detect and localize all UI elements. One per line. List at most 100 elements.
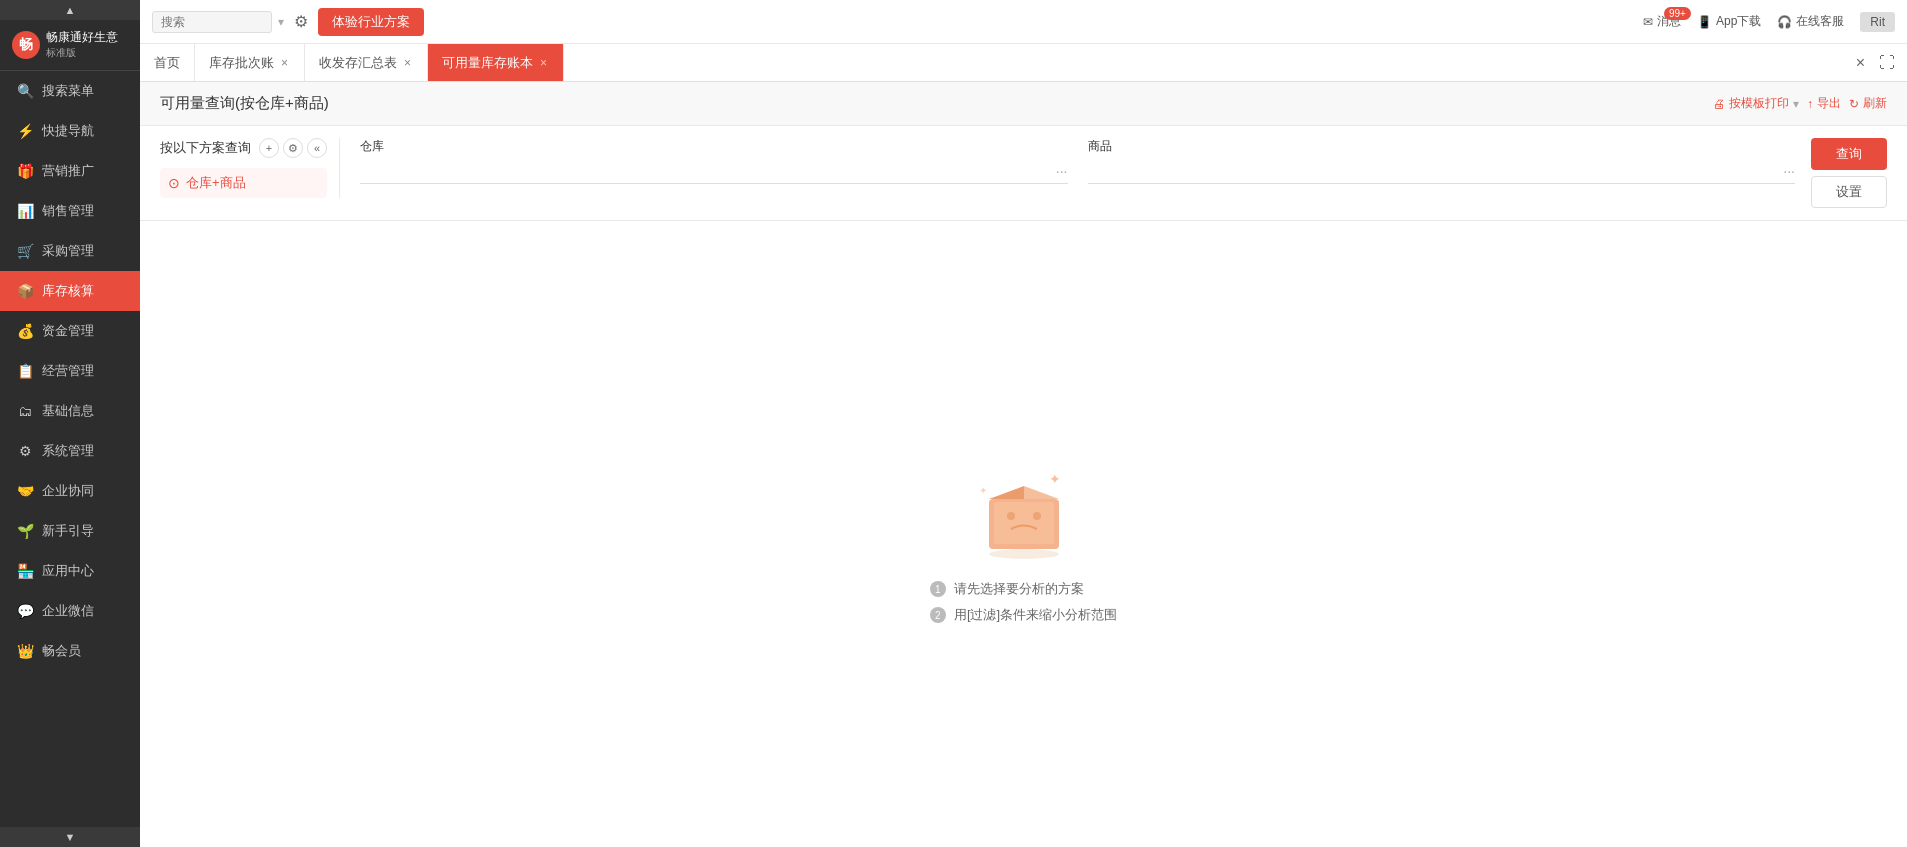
app-download-button[interactable]: 📱 App下载 xyxy=(1697,13,1761,30)
warehouse-input[interactable] xyxy=(360,164,1052,178)
refresh-label: 刷新 xyxy=(1863,95,1887,112)
product-input[interactable] xyxy=(1088,164,1780,178)
query-action-btns: 查询 设置 xyxy=(1795,138,1887,208)
warehouse-dots-button[interactable]: ··· xyxy=(1056,163,1068,179)
appcenter-icon: 🏪 xyxy=(16,563,34,579)
tab-close-all-button[interactable]: × xyxy=(1852,50,1869,76)
add-scheme-button[interactable]: + xyxy=(259,138,279,158)
sidebar-item-label: 应用中心 xyxy=(42,562,94,580)
sidebar-item-appcenter[interactable]: 🏪 应用中心 xyxy=(0,551,140,591)
query-fields: 仓库 ··· 商品 ··· xyxy=(340,138,1795,184)
tabs-bar: 首页 库存批次账 × 收发存汇总表 × 可用量库存账本 × × ⛶ xyxy=(140,44,1907,82)
tip2-num: 2 xyxy=(930,607,946,623)
query-sidebar: 按以下方案查询 + ⚙ « ⊙ 仓库+商品 xyxy=(160,138,340,198)
tab-batch-account[interactable]: 库存批次账 × xyxy=(195,44,305,81)
tab-batch-account-close[interactable]: × xyxy=(279,56,290,70)
sidebar-item-ops[interactable]: 📋 经营管理 xyxy=(0,351,140,391)
message-button[interactable]: ✉ 消息 99+ xyxy=(1643,13,1681,30)
product-dots-button[interactable]: ··· xyxy=(1783,163,1795,179)
logo-text: 畅康通好生意 xyxy=(46,30,118,46)
finance-icon: 💰 xyxy=(16,323,34,339)
collapse-button[interactable]: « xyxy=(307,138,327,158)
sidebar-item-finance[interactable]: 💰 资金管理 xyxy=(0,311,140,351)
app-download-label: App下载 xyxy=(1716,13,1761,30)
refresh-icon: ↻ xyxy=(1849,97,1859,111)
sidebar-item-inventory[interactable]: 📦 库存核算 xyxy=(0,271,140,311)
coop-icon: 🤝 xyxy=(16,483,34,499)
page-title-bar: 可用量查询(按仓库+商品) 🖨 按模板打印 ▾ ↑ 导出 ↻ 刷新 xyxy=(140,82,1907,126)
tab-available-ledger-close[interactable]: × xyxy=(538,56,549,70)
tab-available-ledger[interactable]: 可用量库存账本 × xyxy=(428,44,564,81)
sidebar-item-enterprise-coop[interactable]: 🤝 企业协同 xyxy=(0,471,140,511)
empty-tip-2: 2 用[过滤]条件来缩小分析范围 xyxy=(930,606,1117,624)
tab-receive-summary-close[interactable]: × xyxy=(402,56,413,70)
sidebar-item-ent-wechat[interactable]: 💬 企业微信 xyxy=(0,591,140,631)
tip1-num: 1 xyxy=(930,581,946,597)
sidebar-item-shortcut[interactable]: ⚡ 快捷导航 xyxy=(0,111,140,151)
sidebar-item-label: 系统管理 xyxy=(42,442,94,460)
sidebar-item-basicinfo[interactable]: 🗂 基础信息 xyxy=(0,391,140,431)
tab-receive-summary[interactable]: 收发存汇总表 × xyxy=(305,44,428,81)
sidebar-item-label: 营销推广 xyxy=(42,162,94,180)
refresh-button[interactable]: ↻ 刷新 xyxy=(1849,95,1887,112)
svg-point-6 xyxy=(989,549,1059,559)
top-header: ▾ ⚙ 体验行业方案 ✉ 消息 99+ 📱 App下载 🎧 在线客服 Rit xyxy=(140,0,1907,44)
sidebar-item-search[interactable]: 🔍 搜索菜单 xyxy=(0,71,140,111)
sidebar-item-newuser[interactable]: 🌱 新手引导 xyxy=(0,511,140,551)
sidebar-item-label: 企业微信 xyxy=(42,602,94,620)
sidebar-item-label: 新手引导 xyxy=(42,522,94,540)
sidebar-item-marketing[interactable]: 🎁 营销推广 xyxy=(0,151,140,191)
scheme-settings-button[interactable]: ⚙ xyxy=(283,138,303,158)
export-button[interactable]: ↑ 导出 xyxy=(1807,95,1841,112)
query-scheme-item[interactable]: ⊙ 仓库+商品 xyxy=(160,168,327,198)
industry-solution-button[interactable]: 体验行业方案 xyxy=(318,8,424,36)
svg-text:✦: ✦ xyxy=(979,485,987,496)
print-button[interactable]: 🖨 按模板打印 ▾ xyxy=(1713,95,1799,112)
sidebar-item-label: 采购管理 xyxy=(42,242,94,260)
tab-home[interactable]: 首页 xyxy=(140,44,195,81)
tab-expand-button[interactable]: ⛶ xyxy=(1875,50,1899,76)
header-breadcrumb: ▾ ⚙ 体验行业方案 xyxy=(152,8,1635,36)
svg-point-4 xyxy=(1007,512,1015,520)
query-area: 按以下方案查询 + ⚙ « ⊙ 仓库+商品 仓库 xyxy=(140,126,1907,221)
svg-rect-3 xyxy=(994,502,1054,544)
warehouse-input-wrapper: ··· xyxy=(360,159,1068,184)
online-service-button[interactable]: 🎧 在线客服 xyxy=(1777,13,1844,30)
sidebar-scroll-up[interactable]: ▲ xyxy=(0,0,140,20)
product-label: 商品 xyxy=(1088,138,1796,155)
user-avatar[interactable]: Rit xyxy=(1860,12,1895,32)
breadcrumb-input[interactable] xyxy=(152,11,272,33)
tab-batch-account-label: 库存批次账 xyxy=(209,54,274,72)
settings-gear-button[interactable]: ⚙ xyxy=(290,8,312,35)
query-button[interactable]: 查询 xyxy=(1811,138,1887,170)
vip-icon: 👑 xyxy=(16,643,34,659)
column-setting-button[interactable]: 设置 xyxy=(1811,176,1887,208)
sidebar-item-label: 经营管理 xyxy=(42,362,94,380)
wechat-icon: 💬 xyxy=(16,603,34,619)
query-sidebar-title: 按以下方案查询 xyxy=(160,139,251,157)
sidebar-item-label: 搜索菜单 xyxy=(42,82,94,100)
scheme-label: 仓库+商品 xyxy=(186,174,246,192)
export-icon: ↑ xyxy=(1807,97,1813,111)
headset-icon: 🎧 xyxy=(1777,15,1792,29)
sidebar-item-purchase[interactable]: 🛒 采购管理 xyxy=(0,231,140,271)
tip2-text: 用[过滤]条件来缩小分析范围 xyxy=(954,606,1117,624)
basicinfo-icon: 🗂 xyxy=(16,403,34,419)
tab-available-ledger-label: 可用量库存账本 xyxy=(442,54,533,72)
sidebar-item-system[interactable]: ⚙ 系统管理 xyxy=(0,431,140,471)
purchase-icon: 🛒 xyxy=(16,243,34,259)
print-label: 按模板打印 xyxy=(1729,95,1789,112)
export-label: 导出 xyxy=(1817,95,1841,112)
tab-home-label: 首页 xyxy=(154,54,180,72)
sidebar-item-vip[interactable]: 👑 畅会员 xyxy=(0,631,140,671)
print-icon: 🖨 xyxy=(1713,97,1725,111)
tabs-end: × ⛶ xyxy=(1844,50,1907,76)
product-input-wrapper: ··· xyxy=(1088,159,1796,184)
header-right: ✉ 消息 99+ 📱 App下载 🎧 在线客服 Rit xyxy=(1643,12,1895,32)
tab-receive-summary-label: 收发存汇总表 xyxy=(319,54,397,72)
sidebar-item-sales[interactable]: 📊 销售管理 xyxy=(0,191,140,231)
sidebar-scroll-down[interactable]: ▼ xyxy=(0,827,140,847)
online-service-label: 在线客服 xyxy=(1796,13,1844,30)
product-field: 商品 ··· xyxy=(1088,138,1796,184)
sidebar: ▲ 畅 畅康通好生意 标准版 🔍 搜索菜单 ⚡ 快捷导航 🎁 营销推广 📊 销售… xyxy=(0,0,140,847)
